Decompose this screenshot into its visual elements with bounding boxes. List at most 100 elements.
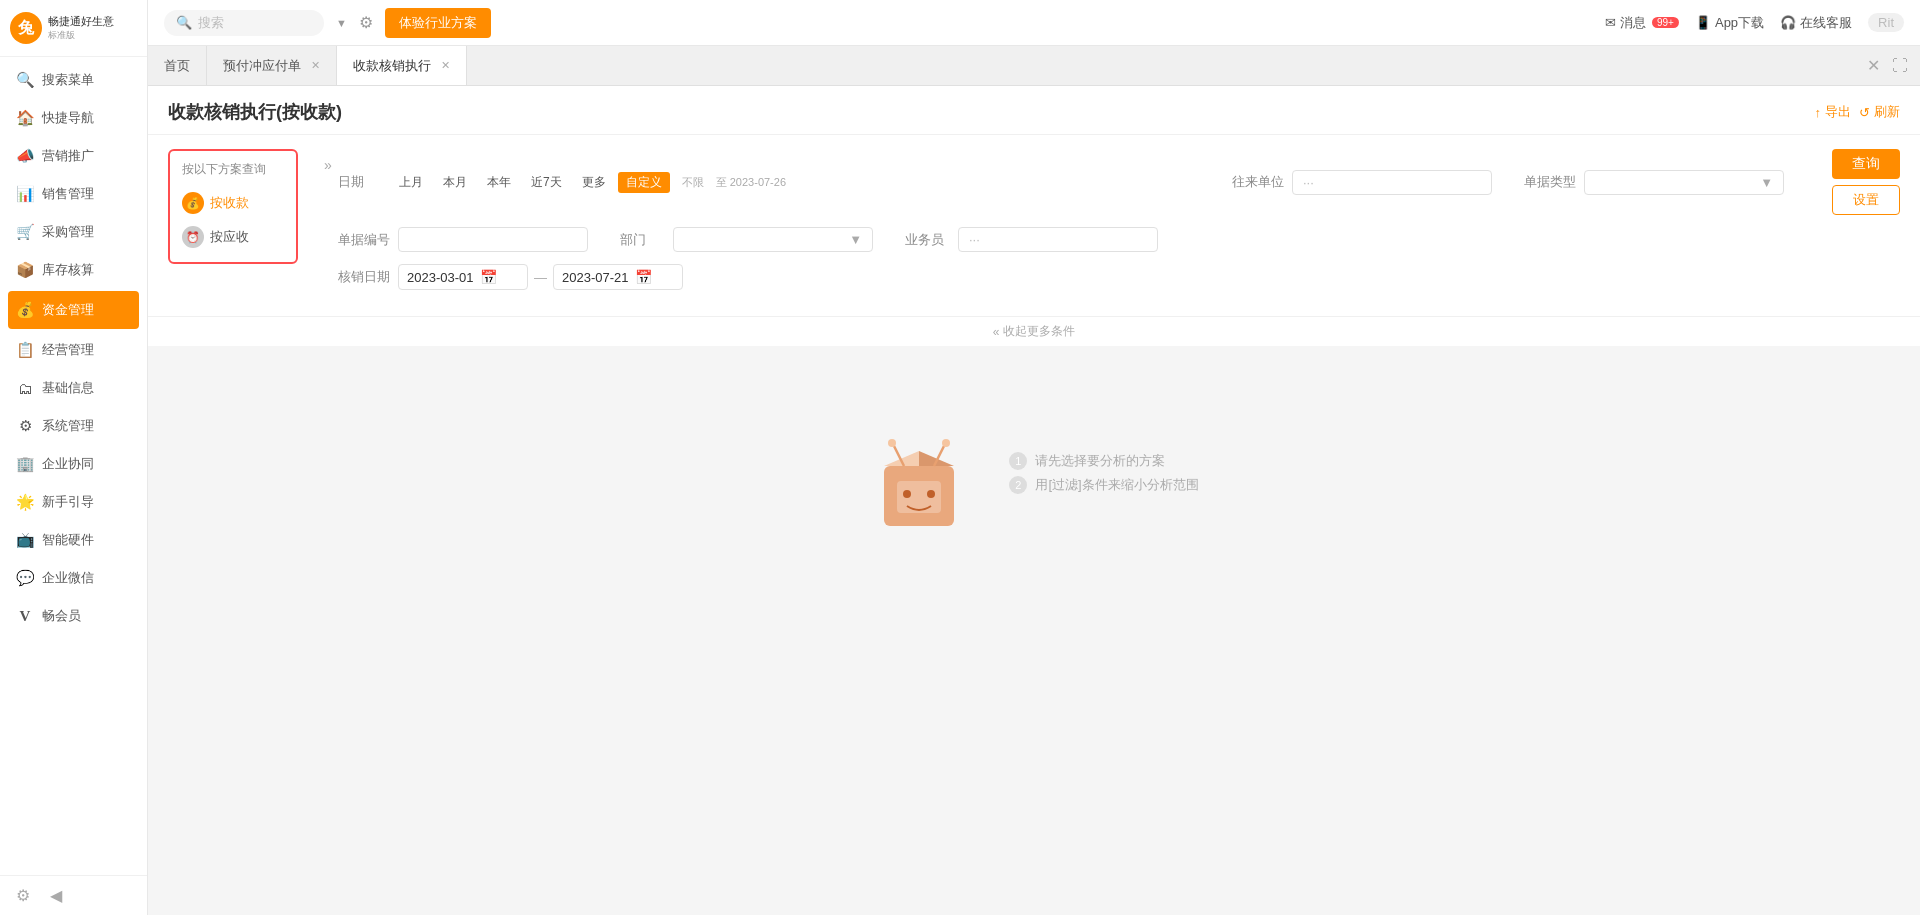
filter-field-docno: 单据编号 [338, 227, 588, 252]
svg-point-4 [903, 490, 911, 498]
setting-button[interactable]: 设置 [1832, 185, 1900, 215]
sidebar-item-member[interactable]: V 畅会员 [0, 597, 147, 635]
date-custom-btn[interactable]: 自定义 [618, 172, 670, 193]
dropdown-chevron-icon[interactable]: ▼ [336, 17, 347, 29]
collapse-more-btn[interactable]: « 收起更多条件 [993, 323, 1076, 340]
filter-field-doctype: 单据类型 ▼ [1524, 170, 1784, 195]
filter-row-1: 日期 上月 本月 本年 近7天 更多 自定义 不限 至 2023-07-26 [338, 149, 1900, 215]
refresh-label: 刷新 [1874, 103, 1900, 121]
dept-select[interactable]: ▼ [673, 227, 873, 252]
sidebar-item-corp[interactable]: 🏢 企业协同 [0, 445, 147, 483]
settings-icon[interactable]: ⚙ [16, 886, 30, 905]
tab-expand-icon[interactable]: ⛶ [1888, 53, 1912, 79]
tab-collection-close-icon[interactable]: ✕ [441, 59, 450, 72]
message-button[interactable]: ✉ 消息 99+ [1605, 14, 1679, 32]
service-icon: 🎧 [1780, 15, 1796, 30]
tab-close-all-icon[interactable]: ✕ [1863, 52, 1884, 79]
sidebar-item-label: 搜索菜单 [42, 71, 94, 89]
solution-button[interactable]: 体验行业方案 [385, 8, 491, 38]
tab-prepay-close-icon[interactable]: ✕ [311, 59, 320, 72]
tab-home[interactable]: 首页 [148, 46, 207, 85]
user-profile[interactable]: Rit [1868, 13, 1904, 32]
export-button[interactable]: ↑ 导出 [1815, 103, 1852, 121]
sales-icon: 📊 [16, 185, 34, 203]
online-service-button[interactable]: 🎧 在线客服 [1780, 14, 1852, 32]
svg-point-7 [888, 439, 896, 447]
filter-option-by-receipt[interactable]: 💰 按收款 [170, 186, 296, 220]
date-prev-month-btn[interactable]: 上月 [391, 172, 431, 193]
svg-rect-3 [897, 481, 941, 513]
docno-input[interactable] [398, 227, 588, 252]
empty-texts: 1 请先选择要分析的方案 2 用[过滤]条件来缩小分析范围 [1009, 452, 1198, 500]
sidebar-item-basic[interactable]: 🗂 基础信息 [0, 369, 147, 407]
sidebar-item-system[interactable]: ⚙ 系统管理 [0, 407, 147, 445]
empty-svg [869, 426, 969, 536]
date-no-limit-text: 不限 [682, 175, 704, 190]
verifydate-start-value: 2023-03-01 [407, 270, 474, 285]
docno-label: 单据编号 [338, 231, 390, 249]
empty-state: 1 请先选择要分析的方案 2 用[过滤]条件来缩小分析范围 [148, 346, 1920, 606]
search-icon: 🔍 [16, 71, 34, 89]
guide-icon: 🌟 [16, 493, 34, 511]
sidebar-item-label: 企业协同 [42, 455, 94, 473]
topbar-right: ✉ 消息 99+ 📱 App下载 🎧 在线客服 Rit [1605, 13, 1904, 32]
verifydate-start-input[interactable]: 2023-03-01 📅 [398, 264, 528, 290]
counterpart-label: 往来单位 [1232, 173, 1284, 191]
filter-option-by-receivable[interactable]: ⏰ 按应收 [170, 220, 296, 254]
doctype-select[interactable]: ▼ [1584, 170, 1784, 195]
dept-chevron-icon: ▼ [849, 232, 862, 247]
counterpart-select[interactable]: ··· [1292, 170, 1492, 195]
collapse-row: « 收起更多条件 [148, 316, 1920, 346]
refresh-icon: ↺ [1859, 105, 1870, 120]
sidebar-item-operation[interactable]: 📋 经营管理 [0, 331, 147, 369]
tab-prepay[interactable]: 预付冲应付单 ✕ [207, 46, 337, 85]
sidebar-item-label: 企业微信 [42, 569, 94, 587]
query-button[interactable]: 查询 [1832, 149, 1900, 179]
operation-icon: 📋 [16, 341, 34, 359]
tab-collection[interactable]: 收款核销执行 ✕ [337, 46, 467, 85]
verifydate-end-input[interactable]: 2023-07-21 📅 [553, 264, 683, 290]
sidebar-item-quicknav[interactable]: 🏠 快捷导航 [0, 99, 147, 137]
filter-field-salesperson: 业务员 ··· [905, 227, 1158, 252]
date-this-month-btn[interactable]: 本月 [435, 172, 475, 193]
sidebar-item-sales[interactable]: 📊 销售管理 [0, 175, 147, 213]
sidebar-item-label: 资金管理 [42, 301, 94, 319]
user-label: Rit [1878, 15, 1894, 30]
export-icon: ↑ [1815, 105, 1822, 120]
verifydate-end-value: 2023-07-21 [562, 270, 629, 285]
filter-field-verifydate: 核销日期 2023-03-01 📅 — 2023-07-21 📅 [338, 264, 683, 290]
hint-num-2: 2 [1009, 476, 1027, 494]
collapse-chevron-icon: « [993, 325, 1000, 339]
sidebar-item-marketing[interactable]: 📣 营销推广 [0, 137, 147, 175]
sidebar-item-wechat[interactable]: 💬 企业微信 [0, 559, 147, 597]
page-header: 收款核销执行(按收款) ↑ 导出 ↺ 刷新 [148, 86, 1920, 135]
sidebar-item-purchase[interactable]: 🛒 采购管理 [0, 213, 147, 251]
refresh-button[interactable]: ↺ 刷新 [1859, 103, 1900, 121]
filter-scheme-sidebar: 按以下方案查询 💰 按收款 ⏰ 按应收 [168, 149, 298, 264]
sidebar-item-label: 系统管理 [42, 417, 94, 435]
date-last7-btn[interactable]: 近7天 [523, 172, 570, 193]
wechat-icon: 💬 [16, 569, 34, 587]
home-icon: 🏠 [16, 109, 34, 127]
salesperson-select[interactable]: ··· [958, 227, 1158, 252]
sidebar-item-hardware[interactable]: 📺 智能硬件 [0, 521, 147, 559]
sidebar-item-label: 库存核算 [42, 261, 94, 279]
filter-sidebar-title: 按以下方案查询 [170, 159, 296, 186]
sidebar-item-guide[interactable]: 🌟 新手引导 [0, 483, 147, 521]
hint-num-1: 1 [1009, 452, 1027, 470]
sidebar-item-inventory[interactable]: 📦 库存核算 [0, 251, 147, 289]
sidebar-item-search[interactable]: 🔍 搜索菜单 [0, 61, 147, 99]
verifydate-range: 2023-03-01 📅 — 2023-07-21 📅 [398, 264, 683, 290]
sidebar-item-label: 销售管理 [42, 185, 94, 203]
gear-icon[interactable]: ⚙ [359, 13, 373, 32]
date-more-btn[interactable]: 更多 [574, 172, 614, 193]
hint-text-1: 请先选择要分析的方案 [1035, 452, 1165, 470]
topbar-search[interactable]: 🔍 搜索 [164, 10, 324, 36]
sidebar-item-finance[interactable]: 💰 资金管理 [8, 291, 139, 329]
collapse-sidebar-icon[interactable]: ◀ [50, 886, 62, 905]
date-this-year-btn[interactable]: 本年 [479, 172, 519, 193]
app-download-button[interactable]: 📱 App下载 [1695, 14, 1764, 32]
corp-icon: 🏢 [16, 455, 34, 473]
service-label: 在线客服 [1800, 14, 1852, 32]
filter-sidebar-collapse-icon[interactable]: » [318, 157, 338, 173]
